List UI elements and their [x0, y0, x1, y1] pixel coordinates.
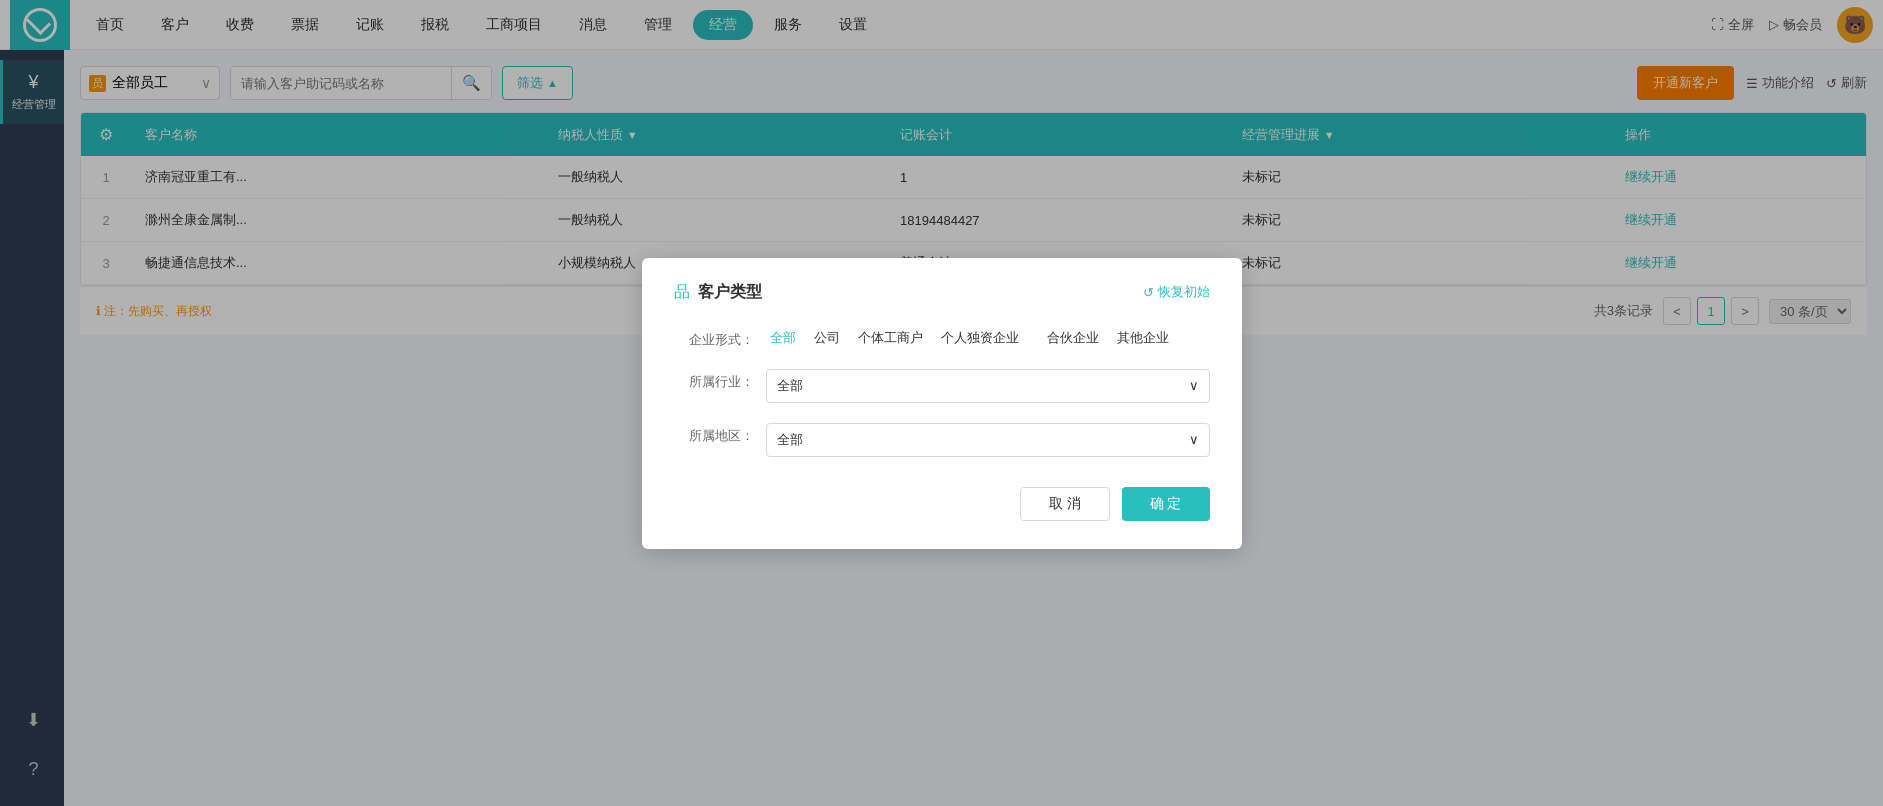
- modal-title: 客户类型: [698, 282, 762, 303]
- industry-label: 所属行业：: [674, 369, 754, 391]
- etype-individual[interactable]: 个体工商户: [854, 327, 927, 349]
- modal-body: 企业形式： 全部 公司 个体工商户 个人独资企业 合伙企业 其他企业 所属行业：…: [674, 327, 1210, 457]
- modal-title-icon: 品: [674, 282, 690, 303]
- reset-icon: ↺: [1143, 285, 1154, 300]
- modal-title-wrap: 品 客户类型: [674, 282, 762, 303]
- industry-dropdown-icon: ∨: [1189, 378, 1199, 393]
- region-value-wrap: 全部 ∨: [766, 423, 1210, 457]
- industry-select[interactable]: 全部 ∨: [766, 369, 1210, 403]
- cancel-button[interactable]: 取 消: [1020, 487, 1110, 521]
- modal-reset-btn[interactable]: ↺ 恢复初始: [1143, 283, 1210, 301]
- etype-other[interactable]: 其他企业: [1113, 327, 1173, 349]
- region-form-row: 所属地区： 全部 ∨: [674, 423, 1210, 457]
- modal-footer: 取 消 确 定: [674, 487, 1210, 521]
- etype-company[interactable]: 公司: [810, 327, 844, 349]
- industry-form-row: 所属行业： 全部 ∨: [674, 369, 1210, 403]
- region-value: 全部: [777, 431, 803, 449]
- enterprise-form-label: 企业形式：: [674, 327, 754, 349]
- modal-overlay[interactable]: 品 客户类型 ↺ 恢复初始 企业形式： 全部 公司 个体工商户 个人独资企业 合…: [0, 0, 1883, 806]
- filter-modal: 品 客户类型 ↺ 恢复初始 企业形式： 全部 公司 个体工商户 个人独资企业 合…: [642, 258, 1242, 549]
- industry-value-wrap: 全部 ∨: [766, 369, 1210, 403]
- reset-label: 恢复初始: [1158, 283, 1210, 301]
- region-select[interactable]: 全部 ∨: [766, 423, 1210, 457]
- confirm-button[interactable]: 确 定: [1122, 487, 1210, 521]
- etype-all[interactable]: 全部: [766, 327, 800, 349]
- enterprise-types: 全部 公司 个体工商户 个人独资企业 合伙企业 其他企业: [766, 327, 1210, 349]
- enterprise-form-row: 企业形式： 全部 公司 个体工商户 个人独资企业 合伙企业 其他企业: [674, 327, 1210, 349]
- industry-value: 全部: [777, 377, 803, 395]
- etype-sole[interactable]: 个人独资企业: [937, 327, 1023, 349]
- region-dropdown-icon: ∨: [1189, 432, 1199, 447]
- etype-partnership[interactable]: 合伙企业: [1043, 327, 1103, 349]
- region-label: 所属地区：: [674, 423, 754, 445]
- modal-header: 品 客户类型 ↺ 恢复初始: [674, 282, 1210, 303]
